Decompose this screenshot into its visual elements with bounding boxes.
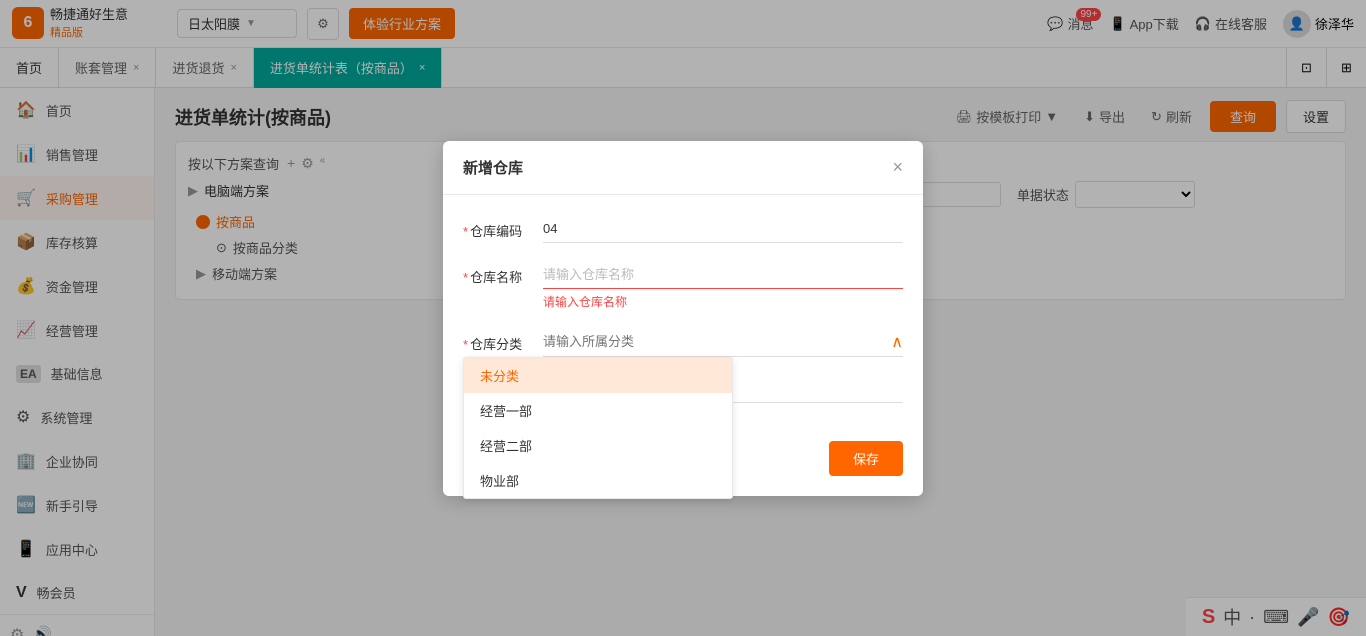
name-label: 仓库名称 xyxy=(463,261,543,286)
form-row-name: 仓库名称 请输入仓库名称 xyxy=(463,261,903,310)
category-input-wrap: ∧ xyxy=(543,328,903,357)
form-row-category: 仓库分类 ∧ 未分类 经营一部 经营二部 物业部 xyxy=(463,328,903,357)
code-label: 仓库编码 xyxy=(463,215,543,240)
name-error-msg: 请输入仓库名称 xyxy=(543,293,903,310)
new-warehouse-modal: 新增仓库 × 仓库编码 仓库名称 请输入仓库名称 仓库分类 xyxy=(443,141,923,496)
category-dropdown: 未分类 经营一部 经营二部 物业部 xyxy=(463,357,733,499)
code-field xyxy=(543,215,903,243)
modal-title: 新增仓库 xyxy=(463,157,523,178)
category-toggle-button[interactable]: ∧ xyxy=(891,332,903,352)
modal-overlay[interactable]: 新增仓库 × 仓库编码 仓库名称 请输入仓库名称 仓库分类 xyxy=(0,0,1366,636)
name-field: 请输入仓库名称 xyxy=(543,261,903,310)
modal-body: 仓库编码 仓库名称 请输入仓库名称 仓库分类 ∧ xyxy=(443,195,923,441)
name-input[interactable] xyxy=(543,261,903,289)
category-label: 仓库分类 xyxy=(463,328,543,353)
form-row-code: 仓库编码 xyxy=(463,215,903,243)
modal-close-button[interactable]: × xyxy=(892,157,903,178)
dropdown-item-dept1[interactable]: 经营一部 xyxy=(464,393,732,428)
code-input[interactable] xyxy=(543,215,903,243)
modal-save-button[interactable]: 保存 xyxy=(829,441,903,476)
dropdown-item-dept2[interactable]: 经营二部 xyxy=(464,428,732,463)
dropdown-item-property[interactable]: 物业部 xyxy=(464,463,732,498)
category-input[interactable] xyxy=(543,334,891,349)
category-field: ∧ 未分类 经营一部 经营二部 物业部 xyxy=(543,328,903,357)
modal-header: 新增仓库 × xyxy=(443,141,923,195)
dropdown-item-unclassified[interactable]: 未分类 xyxy=(464,358,732,393)
